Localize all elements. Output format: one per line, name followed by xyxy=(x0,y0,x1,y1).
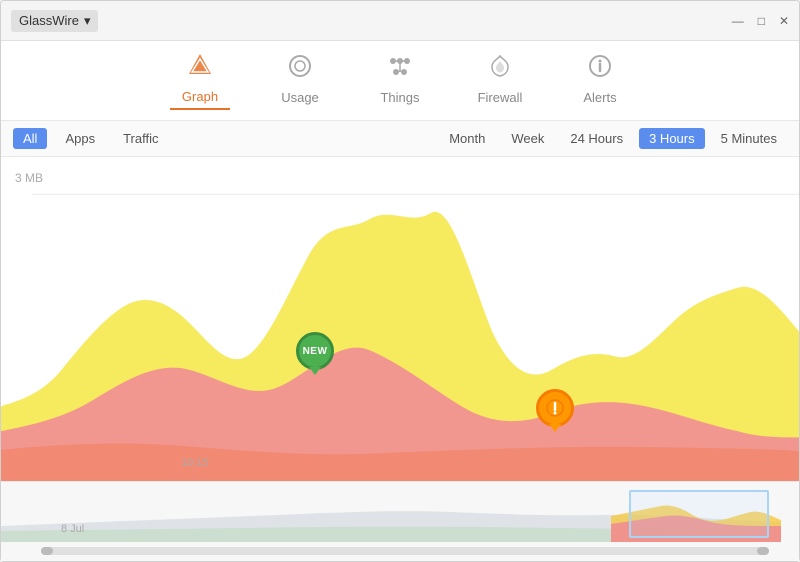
firewall-icon xyxy=(487,53,513,85)
scrollbar-thumb-left[interactable] xyxy=(41,547,53,555)
time-3hours[interactable]: 3 Hours xyxy=(639,128,705,149)
filter-left: All Apps Traffic xyxy=(13,128,439,149)
time-week[interactable]: Week xyxy=(501,128,554,149)
minimize-button[interactable]: — xyxy=(732,14,744,28)
scrollbar-track[interactable] xyxy=(41,547,769,555)
new-marker-circle: NEW xyxy=(296,332,334,370)
chart-time-label: 10:15 xyxy=(181,457,209,469)
alerts-icon xyxy=(587,53,613,85)
graph-icon xyxy=(187,52,213,84)
nav-things[interactable]: Things xyxy=(370,53,430,109)
filter-all[interactable]: All xyxy=(13,128,47,149)
new-marker-label: NEW xyxy=(303,346,328,357)
time-24hours[interactable]: 24 Hours xyxy=(560,128,633,149)
time-5minutes[interactable]: 5 Minutes xyxy=(711,128,787,149)
maximize-button[interactable]: □ xyxy=(758,14,765,28)
overview-bar: 8 Jul xyxy=(1,481,799,561)
nav-graph[interactable]: Graph xyxy=(170,52,230,110)
nav-usage-label: Usage xyxy=(281,90,319,105)
nav-usage[interactable]: Usage xyxy=(270,53,330,109)
close-button[interactable]: ✕ xyxy=(779,14,789,28)
alert-marker-icon xyxy=(545,398,565,418)
filter-apps[interactable]: Apps xyxy=(55,128,105,149)
nav-things-label: Things xyxy=(380,90,419,105)
app-window: GlassWire ▾ — □ ✕ Graph xyxy=(0,0,800,562)
nav-graph-label: Graph xyxy=(182,89,218,104)
nav-firewall-label: Firewall xyxy=(478,90,523,105)
scrollbar-thumb-right[interactable] xyxy=(757,547,769,555)
nav-alerts-label: Alerts xyxy=(583,90,616,105)
alert-marker-circle xyxy=(536,389,574,427)
nav-alerts[interactable]: Alerts xyxy=(570,53,630,109)
app-name: GlassWire xyxy=(19,13,79,28)
titlebar: GlassWire ▾ — □ ✕ xyxy=(1,1,799,41)
alert-marker[interactable] xyxy=(536,389,574,427)
main-chart xyxy=(1,157,799,481)
nav-firewall[interactable]: Firewall xyxy=(470,53,530,109)
things-icon xyxy=(387,53,413,85)
new-connection-marker[interactable]: NEW xyxy=(296,332,334,370)
filter-traffic[interactable]: Traffic xyxy=(113,128,168,149)
navbar: Graph Usage xyxy=(1,41,799,121)
y-axis-label: 3 MB xyxy=(15,171,43,185)
chart-area: 3 MB 10:15 NEW xyxy=(1,157,799,481)
overview-date-label: 8 Jul xyxy=(61,523,84,535)
time-month[interactable]: Month xyxy=(439,128,495,149)
filter-right: Month Week 24 Hours 3 Hours 5 Minutes xyxy=(439,128,787,149)
dropdown-icon: ▾ xyxy=(84,13,91,29)
usage-icon xyxy=(287,53,313,85)
filterbar: All Apps Traffic Month Week 24 Hours 3 H… xyxy=(1,121,799,157)
overview-highlight xyxy=(629,490,769,538)
app-menu-button[interactable]: GlassWire ▾ xyxy=(11,10,98,32)
window-controls: — □ ✕ xyxy=(732,14,789,28)
